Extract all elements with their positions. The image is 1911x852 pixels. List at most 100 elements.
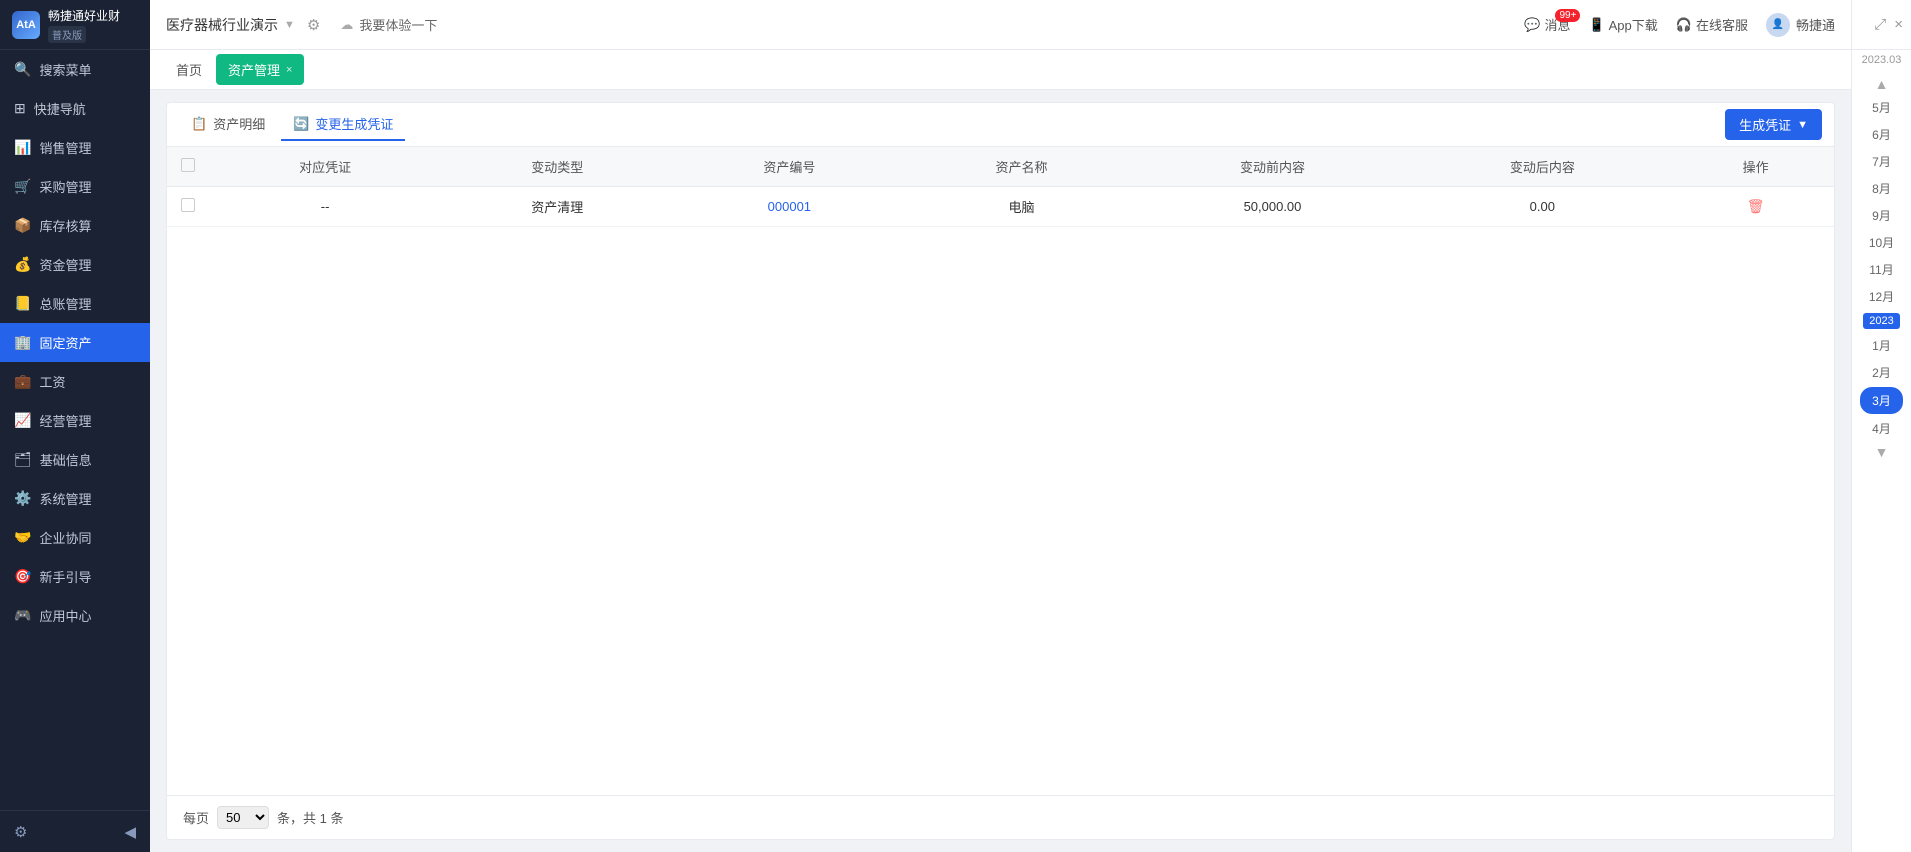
collapse-icon[interactable]: ◀ bbox=[124, 823, 136, 841]
sidebar-bottom: ⚙ ◀ bbox=[0, 810, 150, 852]
service-label: 在线客服 bbox=[1696, 15, 1748, 34]
sidebar-item-basic[interactable]: 🗂基础信息 bbox=[0, 440, 150, 479]
avatar: 👤 bbox=[1766, 13, 1790, 37]
scroll-up-icon[interactable]: ▲ bbox=[1873, 74, 1891, 94]
sidebar-item-ledger[interactable]: 📒 总账管理 bbox=[0, 284, 150, 323]
chevron-down-icon: ▼ bbox=[284, 19, 295, 31]
ledger-icon: 📒 bbox=[14, 295, 31, 312]
system-icon: ⚙️ bbox=[14, 490, 31, 507]
sidebar-item-nav[interactable]: ⊞ 快捷导航 bbox=[0, 89, 150, 128]
salary-icon: 💼 bbox=[14, 373, 31, 390]
user-name: 畅捷通 bbox=[1796, 15, 1835, 34]
sidebar-item-label: 快捷导航 bbox=[34, 99, 86, 118]
ops-icon: 📈 bbox=[14, 412, 31, 429]
month-4[interactable]: 4月 bbox=[1852, 415, 1911, 442]
year-month-label: 2023.03 bbox=[1852, 50, 1911, 70]
row-action: 🗑 bbox=[1677, 187, 1834, 227]
company-selector[interactable]: 医疗器械行业演示 ▼ bbox=[166, 15, 295, 35]
main-content: 医疗器械行业演示 ▼ ⚙ ☁ 我要体验一下 💬 消息 99+ 📱 App下载 🎧… bbox=[150, 0, 1851, 852]
sidebar-item-search[interactable]: 🔍搜索菜单 bbox=[0, 50, 150, 89]
sidebar-item-label: 总账管理 bbox=[39, 294, 91, 313]
tab-active-label: 资产管理 bbox=[228, 60, 280, 79]
month-7[interactable]: 7月 bbox=[1852, 148, 1911, 175]
search-icon: 🔍 bbox=[14, 61, 31, 78]
month-6[interactable]: 6月 bbox=[1852, 121, 1911, 148]
sidebar-item-label: 应用中心 bbox=[39, 606, 91, 625]
sidebar-item-salary[interactable]: 💼工资 bbox=[0, 362, 150, 401]
main-panel: 📋 资产明细 🔄 变更生成凭证 生成凭证 ▼ bbox=[166, 102, 1835, 840]
scroll-down-icon[interactable]: ▼ bbox=[1873, 442, 1891, 462]
tab-close-icon[interactable]: × bbox=[286, 64, 292, 76]
sidebar-item-finance[interactable]: 💰资金管理 bbox=[0, 245, 150, 284]
generate-voucher-button[interactable]: 生成凭证 ▼ bbox=[1725, 109, 1822, 140]
sidebar-item-system[interactable]: ⚙️系统管理 bbox=[0, 479, 150, 518]
th-after: 变动后内容 bbox=[1407, 147, 1677, 187]
row-before: 50,000.00 bbox=[1138, 187, 1408, 227]
app-download-button[interactable]: 📱 App下载 bbox=[1588, 15, 1657, 34]
company-name: 医疗器械行业演示 bbox=[166, 15, 278, 35]
month-9[interactable]: 9月 bbox=[1852, 202, 1911, 229]
month-10[interactable]: 10月 bbox=[1852, 229, 1911, 256]
pagination-bar: 每页 50 10 20 100 条，共 1 条 bbox=[167, 795, 1834, 839]
sidebar-item-label: 采购管理 bbox=[39, 177, 91, 196]
month-12[interactable]: 12月 bbox=[1852, 283, 1911, 310]
sidebar-nav: 🔍搜索菜单 ⊞ 快捷导航 📊销售管理 🛒 采购管理 📦库存核算💰资金管理 📒 总账管理 🏢固定资产… bbox=[0, 50, 150, 810]
sidebar-item-sales[interactable]: 📊销售管理 bbox=[0, 128, 150, 167]
month-5[interactable]: 5月 bbox=[1852, 94, 1911, 121]
service-button[interactable]: 🎧 在线客服 bbox=[1676, 15, 1748, 34]
sidebar-item-purchase[interactable]: 🛒 采购管理 bbox=[0, 167, 150, 206]
guide-icon: 🎯 bbox=[14, 568, 31, 585]
service-icon: 🎧 bbox=[1676, 17, 1692, 33]
table-row: -- 资产清理 000001 电脑 bbox=[167, 187, 1834, 227]
settings-icon[interactable]: ⚙ bbox=[307, 16, 320, 34]
sidebar-item-label: 销售管理 bbox=[39, 138, 91, 157]
timeline: ▲ 5月 6月 7月 8月 9月 10月 11月 12月 2023 1月 2月 … bbox=[1852, 70, 1911, 852]
data-table-wrap: 对应凭证 变动类型 资产编号 资产名称 bbox=[167, 147, 1834, 795]
basic-icon: 🗂 bbox=[14, 451, 32, 468]
tab-bar: 首页 资产管理 × bbox=[150, 50, 1851, 90]
sidebar-item-guide[interactable]: 🎯新手引导 bbox=[0, 557, 150, 596]
tab-change-voucher[interactable]: 🔄 变更生成凭证 bbox=[281, 108, 405, 141]
logo-text-block: 畅捷通好业财 普及版 bbox=[48, 7, 120, 43]
row-checkbox-cell bbox=[167, 187, 209, 227]
row-voucher: -- bbox=[209, 187, 441, 227]
expand-icon[interactable]: ⤢ bbox=[1874, 16, 1886, 33]
delete-icon[interactable]: 🗑 bbox=[1747, 198, 1765, 214]
chevron-down-icon: ▼ bbox=[1797, 119, 1808, 131]
per-page-select[interactable]: 50 10 20 100 bbox=[217, 806, 269, 829]
tab-asset-detail[interactable]: 📋 资产明细 bbox=[179, 108, 277, 141]
month-1[interactable]: 1月 bbox=[1852, 332, 1911, 359]
settings-icon[interactable]: ⚙ bbox=[14, 823, 27, 841]
table-body: -- 资产清理 000001 电脑 bbox=[167, 187, 1834, 227]
logo-icon: AtA bbox=[12, 11, 40, 39]
content-area: 📋 资产明细 🔄 变更生成凭证 生成凭证 ▼ bbox=[150, 90, 1851, 852]
header-checkbox[interactable] bbox=[181, 158, 195, 172]
close-icon[interactable]: × bbox=[1894, 16, 1903, 33]
sidebar-item-appstore[interactable]: 🎮 应用中心 bbox=[0, 596, 150, 635]
sidebar-logo: AtA 畅捷通好业财 普及版 bbox=[0, 0, 150, 50]
sidebar-item-ops[interactable]: 📈经营管理 bbox=[0, 401, 150, 440]
app-icon: 📱 bbox=[1588, 17, 1604, 33]
appstore-icon: 🎮 bbox=[14, 607, 31, 624]
sidebar-item-inventory[interactable]: 📦库存核算 bbox=[0, 206, 150, 245]
total-label: 条，共 1 条 bbox=[277, 808, 343, 827]
th-voucher: 对应凭证 bbox=[209, 147, 441, 187]
month-2[interactable]: 2月 bbox=[1852, 359, 1911, 386]
tab-home[interactable]: 首页 bbox=[166, 54, 212, 85]
month-3-active[interactable]: 3月 bbox=[1860, 387, 1903, 414]
trial-button[interactable]: ☁ 我要体验一下 bbox=[340, 15, 437, 34]
nav-icon: ⊞ bbox=[14, 100, 26, 117]
collab-icon: 🤝 bbox=[14, 529, 31, 546]
asset-table: 对应凭证 变动类型 资产编号 资产名称 bbox=[167, 147, 1834, 227]
sidebar-item-fixed[interactable]: 🏢固定资产 bbox=[0, 323, 150, 362]
sidebar-item-collab[interactable]: 🤝 企业协同 bbox=[0, 518, 150, 557]
message-button[interactable]: 💬 消息 99+ bbox=[1524, 15, 1570, 34]
header-right: 💬 消息 99+ 📱 App下载 🎧 在线客服 👤 畅捷通 bbox=[1524, 13, 1835, 37]
row-checkbox[interactable] bbox=[181, 198, 195, 212]
user-menu[interactable]: 👤 畅捷通 bbox=[1766, 13, 1835, 37]
sidebar-item-label: 企业协同 bbox=[39, 528, 91, 547]
purchase-icon: 🛒 bbox=[14, 178, 31, 195]
month-8[interactable]: 8月 bbox=[1852, 175, 1911, 202]
tab-asset-management[interactable]: 资产管理 × bbox=[216, 54, 304, 85]
month-11[interactable]: 11月 bbox=[1852, 256, 1911, 283]
